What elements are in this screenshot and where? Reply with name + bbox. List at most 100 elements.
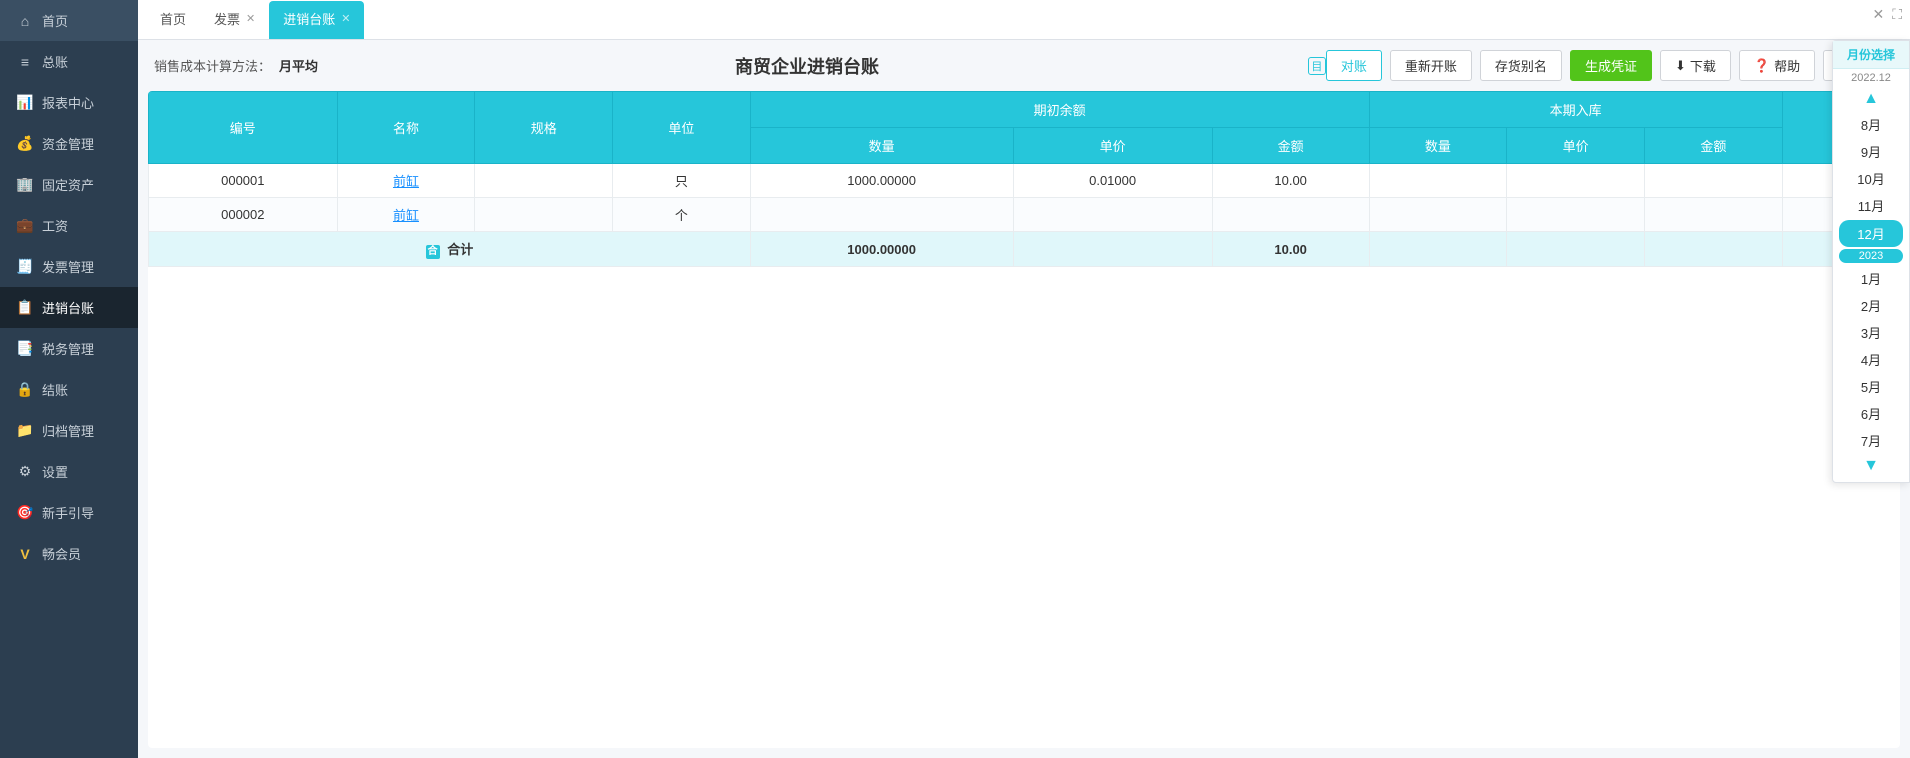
- row1-period-price: 0.01000: [1013, 164, 1212, 198]
- settings-icon: ⚙: [16, 463, 34, 480]
- total-period-price: [1013, 232, 1212, 267]
- tax-icon: 📑: [16, 340, 34, 357]
- col-header-period-price: 单价: [1013, 128, 1212, 164]
- sidebar-item-label: 设置: [42, 462, 68, 481]
- sidebar-item-vip-member[interactable]: V 畅会员: [0, 533, 138, 574]
- sidebar-item-general-ledger[interactable]: ≡ 总账: [0, 41, 138, 82]
- tab-invoice-label: 发票: [214, 9, 240, 28]
- total-current-in-price: [1507, 232, 1645, 267]
- sidebar-item-tax-management[interactable]: 📑 税务管理: [0, 328, 138, 369]
- month-5[interactable]: 5月: [1833, 373, 1909, 400]
- col-header-code: 编号: [149, 92, 338, 164]
- row2-spec: [475, 198, 613, 232]
- month-down-button[interactable]: ▼: [1833, 454, 1909, 478]
- month-9[interactable]: 9月: [1833, 138, 1909, 165]
- row1-current-in-amount: [1645, 164, 1783, 198]
- month-panel-title: 月份选择: [1833, 41, 1909, 69]
- total-label: 合 合计: [149, 232, 751, 267]
- sidebar-item-report-center[interactable]: 📊 报表中心: [0, 82, 138, 123]
- sidebar-item-purchase-sales[interactable]: 📋 进销台账: [0, 287, 138, 328]
- closing-icon: 🔒: [16, 381, 34, 398]
- year-2022-label: 2022.12: [1833, 69, 1909, 87]
- month-8[interactable]: 8月: [1833, 111, 1909, 138]
- row1-period-amount: 10.00: [1212, 164, 1369, 198]
- assets-icon: 🏢: [16, 176, 34, 193]
- col-header-current-in-amount: 金额: [1645, 128, 1783, 164]
- download-button[interactable]: ⬇ 下载: [1660, 50, 1731, 81]
- month-7[interactable]: 7月: [1833, 427, 1909, 454]
- col-header-period-amount: 金额: [1212, 128, 1369, 164]
- info-icon[interactable]: 目: [1308, 57, 1326, 75]
- sidebar-item-label: 首页: [42, 11, 68, 30]
- generate-voucher-button[interactable]: 生成凭证: [1570, 50, 1652, 81]
- maximize-button[interactable]: ⛶: [1892, 6, 1902, 23]
- total-row: 合 合计 1000.00000 10.00: [149, 232, 1900, 267]
- tab-purchase-sales[interactable]: 进销台账 ✕: [269, 1, 364, 39]
- month-2[interactable]: 2月: [1833, 292, 1909, 319]
- page-title: 商贸企业进销台账: [318, 53, 1296, 79]
- toolbar-right: 对账 重新开账 存货别名 生成凭证 ⬇ 下载 ❓ 帮助 ↻ 刷新: [1326, 50, 1894, 81]
- month-12-active[interactable]: 12月: [1839, 220, 1903, 247]
- sidebar-item-fixed-assets[interactable]: 🏢 固定资产: [0, 164, 138, 205]
- sidebar-item-closing[interactable]: 🔒 结账: [0, 369, 138, 410]
- row1-name: 前缸: [337, 164, 475, 198]
- row1-current-in-qty: [1369, 164, 1507, 198]
- sidebar-item-label: 归档管理: [42, 421, 94, 440]
- tab-invoice-close[interactable]: ✕: [246, 12, 255, 25]
- report-icon: 📊: [16, 94, 34, 111]
- sidebar-item-archive-management[interactable]: 📁 归档管理: [0, 410, 138, 451]
- ledger-icon: ≡: [16, 54, 34, 70]
- tab-home[interactable]: 首页: [146, 1, 200, 39]
- sidebar-item-fund-management[interactable]: 💰 资金管理: [0, 123, 138, 164]
- save-alias-button[interactable]: 存货别名: [1480, 50, 1562, 81]
- month-11[interactable]: 11月: [1833, 192, 1909, 219]
- sidebar-item-label: 结账: [42, 380, 68, 399]
- table-row: 000002 前缸 个: [149, 198, 1900, 232]
- tab-invoice[interactable]: 发票 ✕: [200, 1, 269, 39]
- help-button[interactable]: ❓ 帮助: [1739, 50, 1815, 81]
- month-4[interactable]: 4月: [1833, 346, 1909, 373]
- close-button[interactable]: ✕: [1872, 6, 1884, 23]
- sidebar-item-home[interactable]: ⌂ 首页: [0, 0, 138, 41]
- month-up-button[interactable]: ▲: [1833, 87, 1909, 111]
- sidebar-item-label: 税务管理: [42, 339, 94, 358]
- sidebar-item-label: 畅会员: [42, 544, 81, 563]
- row2-period-amount: [1212, 198, 1369, 232]
- col-header-current-in-qty: 数量: [1369, 128, 1507, 164]
- row2-unit: 个: [613, 198, 751, 232]
- window-controls: ✕ ⛶: [1872, 6, 1902, 23]
- table-container: 编号 名称 规格 单位 期初余额 本期入库 数 数量 单价 金额 数量 单价: [148, 91, 1900, 748]
- payroll-icon: 💼: [16, 217, 34, 234]
- home-icon: ⌂: [16, 13, 34, 29]
- sidebar-item-label: 发票管理: [42, 257, 94, 276]
- year-2023-tag: 2023: [1839, 249, 1903, 263]
- help-icon: ❓: [1754, 58, 1770, 74]
- row2-period-qty: [750, 198, 1013, 232]
- tab-home-label: 首页: [160, 9, 186, 28]
- month-6[interactable]: 6月: [1833, 400, 1909, 427]
- row1-code: 000001: [149, 164, 338, 198]
- main-area: ✕ ⛶ 首页 发票 ✕ 进销台账 ✕ 销售成本计算方法： 月平均 商贸企业进销台…: [138, 0, 1910, 758]
- sidebar-item-label: 进销台账: [42, 298, 94, 317]
- month-panel: 月份选择 2022.12 ▲ 8月 9月 10月 11月 12月 2023 1月…: [1832, 40, 1910, 483]
- row2-code: 000002: [149, 198, 338, 232]
- month-3[interactable]: 3月: [1833, 319, 1909, 346]
- row1-unit: 只: [613, 164, 751, 198]
- sidebar-item-invoice-management[interactable]: 🧾 发票管理: [0, 246, 138, 287]
- sidebar-item-payroll[interactable]: 💼 工资: [0, 205, 138, 246]
- month-1[interactable]: 1月: [1833, 265, 1909, 292]
- total-period-amount: 10.00: [1212, 232, 1369, 267]
- row2-period-price: [1013, 198, 1212, 232]
- sidebar-item-beginner-guide[interactable]: 🎯 新手引导: [0, 492, 138, 533]
- tab-purchase-sales-close[interactable]: ✕: [341, 12, 350, 25]
- table-row: 000001 前缸 只 1000.00000 0.01000 10.00: [149, 164, 1900, 198]
- purchase-sales-icon: 📋: [16, 299, 34, 316]
- content-area: 销售成本计算方法： 月平均 商贸企业进销台账 目 对账 重新开账 存货别名 生成…: [138, 40, 1910, 758]
- sidebar-item-label: 新手引导: [42, 503, 94, 522]
- fund-icon: 💰: [16, 135, 34, 152]
- sidebar-item-label: 工资: [42, 216, 68, 235]
- reconcile-button[interactable]: 对账: [1326, 50, 1382, 81]
- sidebar-item-settings[interactable]: ⚙ 设置: [0, 451, 138, 492]
- reopen-button[interactable]: 重新开账: [1390, 50, 1472, 81]
- month-10[interactable]: 10月: [1833, 165, 1909, 192]
